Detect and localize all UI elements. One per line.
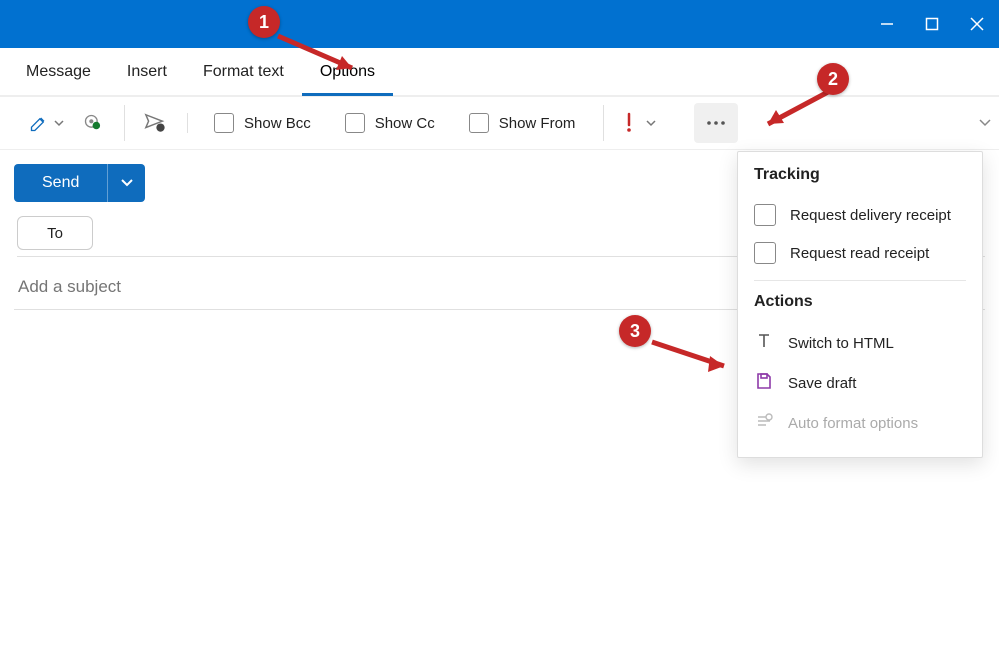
minimize-button[interactable]: [864, 0, 909, 48]
save-draft-button[interactable]: Save draft: [754, 363, 966, 403]
callout-3-arrow: [646, 336, 746, 386]
callout-1-badge: 1: [248, 6, 280, 38]
checkbox-icon: [345, 113, 365, 133]
more-options-button[interactable]: [694, 103, 738, 143]
delivery-receipt-label: Request delivery receipt: [790, 207, 951, 224]
format-icon: [754, 411, 774, 435]
show-from-toggle[interactable]: Show From: [455, 113, 590, 133]
ribbon: Show Bcc Show Cc Show From: [0, 96, 999, 150]
tab-message[interactable]: Message: [8, 48, 109, 96]
checkbox-icon: [754, 204, 776, 226]
show-cc-label: Show Cc: [375, 115, 435, 132]
checkbox-icon: [469, 113, 489, 133]
checkbox-icon: [754, 242, 776, 264]
send-dropdown-button[interactable]: [107, 164, 145, 202]
text-icon: [754, 331, 774, 355]
send-button[interactable]: Send: [14, 164, 107, 202]
callout-1-arrow: [270, 28, 380, 88]
read-receipt-label: Request read receipt: [790, 245, 929, 262]
show-cc-toggle[interactable]: Show Cc: [331, 113, 449, 133]
more-options-panel: Tracking Request delivery receipt Reques…: [737, 151, 983, 458]
tab-insert[interactable]: Insert: [109, 48, 185, 96]
delay-delivery-button[interactable]: [137, 105, 173, 141]
importance-button[interactable]: [616, 105, 664, 141]
auto-format-button: Auto format options: [754, 403, 966, 443]
close-button[interactable]: [954, 0, 999, 48]
callout-2-arrow: [750, 88, 840, 138]
tab-strip: Message Insert Format text Options: [0, 48, 999, 96]
tracking-heading: Tracking: [754, 166, 966, 184]
show-bcc-label: Show Bcc: [244, 115, 311, 132]
actions-heading: Actions: [754, 293, 966, 311]
callout-3-badge: 3: [619, 315, 651, 347]
sensitivity-button[interactable]: [76, 105, 110, 141]
show-bcc-toggle[interactable]: Show Bcc: [200, 113, 325, 133]
ribbon-collapse-caret[interactable]: [979, 115, 997, 133]
signature-button[interactable]: [22, 105, 70, 141]
divider: [754, 280, 966, 281]
request-read-receipt-toggle[interactable]: Request read receipt: [754, 234, 966, 272]
send-split-button: Send: [14, 164, 145, 202]
switch-html-label: Switch to HTML: [788, 335, 894, 352]
callout-2-badge: 2: [817, 63, 849, 95]
checkbox-icon: [214, 113, 234, 133]
maximize-button[interactable]: [909, 0, 954, 48]
auto-format-label: Auto format options: [788, 415, 918, 432]
switch-to-html-button[interactable]: Switch to HTML: [754, 323, 966, 363]
title-bar: [0, 0, 999, 48]
request-delivery-receipt-toggle[interactable]: Request delivery receipt: [754, 196, 966, 234]
show-from-label: Show From: [499, 115, 576, 132]
to-picker-button[interactable]: To: [17, 216, 93, 250]
save-draft-label: Save draft: [788, 375, 856, 392]
save-icon: [754, 371, 774, 395]
